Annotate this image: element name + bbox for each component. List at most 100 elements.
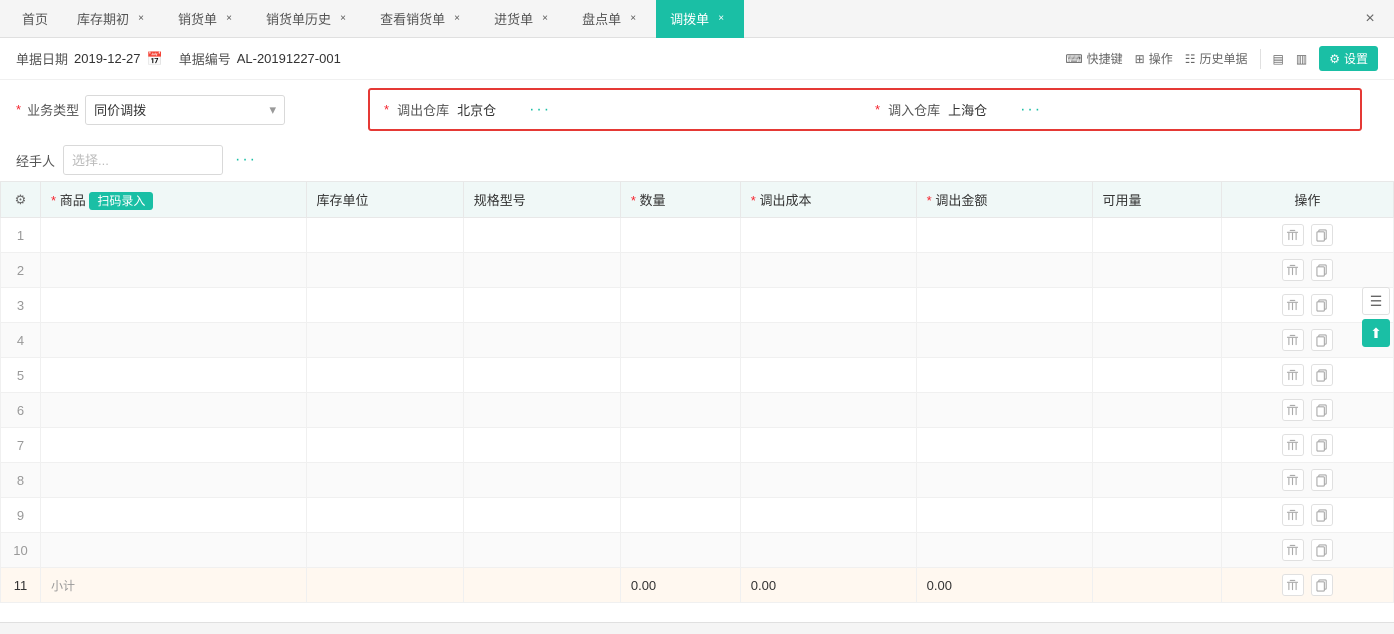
- spec-cell-9[interactable]: [463, 498, 620, 533]
- available-cell-5[interactable]: [1092, 358, 1221, 393]
- copy-row-5-icon[interactable]: [1311, 364, 1333, 386]
- product-cell-3[interactable]: [41, 288, 307, 323]
- qty-cell-1[interactable]: [620, 218, 740, 253]
- delete-row-2-icon[interactable]: [1282, 259, 1304, 281]
- amount-cell-4[interactable]: [916, 323, 1092, 358]
- spec-cell-7[interactable]: [463, 428, 620, 463]
- biz-type-select[interactable]: 同价调拨 ▾: [85, 95, 285, 125]
- delete-row-1-icon[interactable]: [1282, 224, 1304, 246]
- cost-cell-7[interactable]: [740, 428, 916, 463]
- copy-row-8-icon[interactable]: [1311, 469, 1333, 491]
- cost-cell-2[interactable]: [740, 253, 916, 288]
- operator-more-icon[interactable]: ···: [235, 151, 257, 169]
- tab-sales-order[interactable]: 销货单 ×: [164, 0, 252, 38]
- spec-cell-2[interactable]: [463, 253, 620, 288]
- qty-cell-3[interactable]: [620, 288, 740, 323]
- copy-row-4-icon[interactable]: [1311, 329, 1333, 351]
- calendar-icon[interactable]: 📅: [147, 51, 163, 67]
- unit-cell-1[interactable]: [306, 218, 463, 253]
- operator-select[interactable]: 选择...: [63, 145, 223, 175]
- float-list-button[interactable]: ☰: [1362, 287, 1390, 315]
- copy-row-9-icon[interactable]: [1311, 504, 1333, 526]
- qty-cell-9[interactable]: [620, 498, 740, 533]
- tab-home[interactable]: 首页: [8, 0, 63, 38]
- product-cell-5[interactable]: [41, 358, 307, 393]
- copy-row-2-icon[interactable]: [1311, 259, 1333, 281]
- copy-row-3-icon[interactable]: [1311, 294, 1333, 316]
- unit-cell-2[interactable]: [306, 253, 463, 288]
- scan-button[interactable]: 扫码录入: [89, 192, 153, 210]
- in-warehouse-more-icon[interactable]: ···: [1020, 101, 1042, 119]
- unit-cell-7[interactable]: [306, 428, 463, 463]
- qty-cell-2[interactable]: [620, 253, 740, 288]
- qty-cell-6[interactable]: [620, 393, 740, 428]
- copy-row-6-icon[interactable]: [1311, 399, 1333, 421]
- unit-cell-8[interactable]: [306, 463, 463, 498]
- tab-inventory-check[interactable]: 盘点单 ×: [568, 0, 656, 38]
- tab-sales-order-close[interactable]: ×: [221, 11, 237, 27]
- delete-row-6-icon[interactable]: [1282, 399, 1304, 421]
- available-cell-8[interactable]: [1092, 463, 1221, 498]
- delete-row-10-icon[interactable]: [1282, 539, 1304, 561]
- spec-cell-4[interactable]: [463, 323, 620, 358]
- tab-view-sales[interactable]: 查看销货单 ×: [366, 0, 480, 38]
- amount-cell-3[interactable]: [916, 288, 1092, 323]
- tab-view-sales-close[interactable]: ×: [449, 11, 465, 27]
- available-cell-7[interactable]: [1092, 428, 1221, 463]
- tab-sales-history-close[interactable]: ×: [335, 11, 351, 27]
- shortcut-key-button[interactable]: ⌨ 快捷键: [1065, 50, 1122, 67]
- amount-cell-10[interactable]: [916, 533, 1092, 568]
- footer-scrollbar[interactable]: [0, 622, 1394, 634]
- tab-transfer-order[interactable]: 调拨单 ×: [656, 0, 744, 38]
- layout2-button[interactable]: ▥: [1296, 52, 1307, 66]
- product-cell-10[interactable]: [41, 533, 307, 568]
- qty-cell-10[interactable]: [620, 533, 740, 568]
- spec-cell-1[interactable]: [463, 218, 620, 253]
- tab-purchase-order[interactable]: 进货单 ×: [480, 0, 568, 38]
- copy-row-7-icon[interactable]: [1311, 434, 1333, 456]
- product-cell-9[interactable]: [41, 498, 307, 533]
- product-cell-7[interactable]: [41, 428, 307, 463]
- unit-cell-10[interactable]: [306, 533, 463, 568]
- spec-cell-10[interactable]: [463, 533, 620, 568]
- product-cell-1[interactable]: [41, 218, 307, 253]
- qty-cell-5[interactable]: [620, 358, 740, 393]
- product-cell-4[interactable]: [41, 323, 307, 358]
- delete-row-4-icon[interactable]: [1282, 329, 1304, 351]
- qty-cell-7[interactable]: [620, 428, 740, 463]
- available-cell-3[interactable]: [1092, 288, 1221, 323]
- cost-cell-1[interactable]: [740, 218, 916, 253]
- subtotal-delete-icon[interactable]: [1282, 574, 1304, 596]
- delete-row-3-icon[interactable]: [1282, 294, 1304, 316]
- tab-purchase-order-close[interactable]: ×: [537, 11, 553, 27]
- cost-cell-3[interactable]: [740, 288, 916, 323]
- cost-cell-4[interactable]: [740, 323, 916, 358]
- qty-cell-4[interactable]: [620, 323, 740, 358]
- out-warehouse-more-icon[interactable]: ···: [529, 101, 551, 119]
- tab-inventory-check-close[interactable]: ×: [625, 11, 641, 27]
- available-cell-9[interactable]: [1092, 498, 1221, 533]
- delete-row-5-icon[interactable]: [1282, 364, 1304, 386]
- amount-cell-9[interactable]: [916, 498, 1092, 533]
- tab-transfer-order-close[interactable]: ×: [713, 11, 729, 27]
- copy-row-1-icon[interactable]: [1311, 224, 1333, 246]
- cost-cell-6[interactable]: [740, 393, 916, 428]
- delete-row-8-icon[interactable]: [1282, 469, 1304, 491]
- subtotal-copy-icon[interactable]: [1311, 574, 1333, 596]
- available-cell-1[interactable]: [1092, 218, 1221, 253]
- spec-cell-8[interactable]: [463, 463, 620, 498]
- cost-cell-8[interactable]: [740, 463, 916, 498]
- delete-row-9-icon[interactable]: [1282, 504, 1304, 526]
- spec-cell-5[interactable]: [463, 358, 620, 393]
- amount-cell-6[interactable]: [916, 393, 1092, 428]
- cost-cell-9[interactable]: [740, 498, 916, 533]
- tab-inventory-init-close[interactable]: ×: [133, 11, 149, 27]
- amount-cell-5[interactable]: [916, 358, 1092, 393]
- amount-cell-8[interactable]: [916, 463, 1092, 498]
- available-cell-4[interactable]: [1092, 323, 1221, 358]
- qty-cell-8[interactable]: [620, 463, 740, 498]
- amount-cell-7[interactable]: [916, 428, 1092, 463]
- product-cell-8[interactable]: [41, 463, 307, 498]
- tab-inventory-init[interactable]: 库存期初 ×: [63, 0, 164, 38]
- amount-cell-1[interactable]: [916, 218, 1092, 253]
